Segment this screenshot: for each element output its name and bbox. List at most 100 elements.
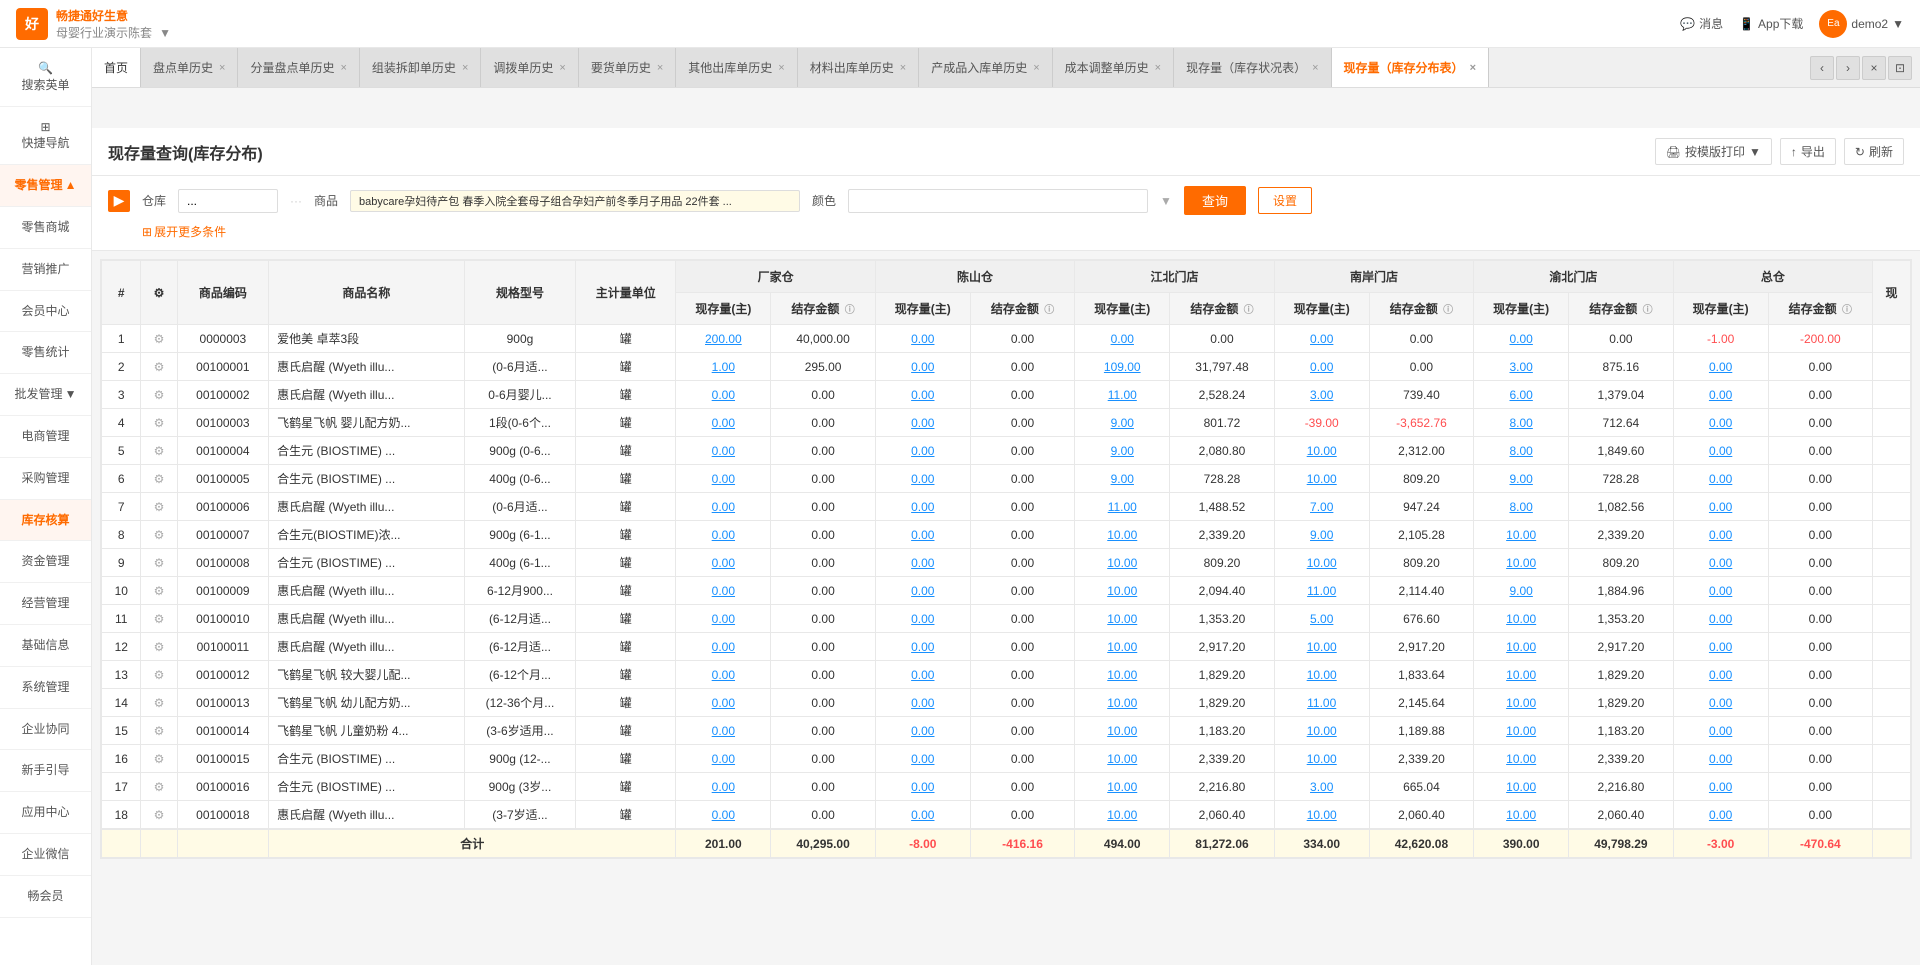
logo-icon: 好	[16, 8, 48, 40]
table-row: 18⚙00100018惠氏启醒 (Wyeth illu...(3-7岁适...罐…	[102, 801, 1911, 830]
product-code-cell: 00100010	[177, 605, 269, 633]
sidebar-item-purchase[interactable]: 采购管理	[0, 458, 91, 500]
page-actions: 🖨 按模版打印 ▼ ↑ 导出 ↻ 刷新	[1655, 138, 1904, 165]
row-gear-icon[interactable]: ⚙	[154, 388, 165, 402]
warehouse-input[interactable]	[178, 189, 278, 213]
sidebar-item-enterprise-wechat[interactable]: 企业微信	[0, 834, 91, 876]
settings-btn[interactable]: 设置	[1258, 187, 1312, 214]
app-download-btn[interactable]: 📱 App下载	[1739, 15, 1803, 32]
row-gear-icon[interactable]: ⚙	[154, 360, 165, 374]
table-row: 3⚙00100002惠氏启醒 (Wyeth illu...0-6月婴儿...罐0…	[102, 381, 1911, 409]
product-name-cell: 合生元 (BIOSTIME) ...	[269, 437, 465, 465]
col-total: 总仓	[1673, 261, 1872, 293]
sidebar-shortcut[interactable]: ⊞ 快捷导航	[0, 107, 91, 166]
product-name-cell: 飞鹤星飞帆 幼儿配方奶...	[269, 689, 465, 717]
product-name-cell: 合生元 (BIOSTIME) ...	[269, 745, 465, 773]
product-name-cell: 惠氏启醒 (Wyeth illu...	[269, 381, 465, 409]
row-gear-icon[interactable]: ⚙	[154, 724, 165, 738]
chevron-up-icon: ▲	[65, 177, 77, 194]
filter-row-main: ▶ 仓库 ··· 商品 颜色 ▼ 查询 设置	[108, 186, 1904, 215]
product-code-cell: 00100006	[177, 493, 269, 521]
row-gear-icon[interactable]: ⚙	[154, 780, 165, 794]
gear-icon[interactable]: ⚙	[154, 286, 165, 300]
sidebar-item-finance[interactable]: 资金管理	[0, 541, 91, 583]
product-input[interactable]	[350, 190, 800, 212]
sidebar-item-member[interactable]: 会员中心	[0, 291, 91, 333]
table-row: 4⚙00100003飞鹤星飞帆 婴儿配方奶...1段(0-6个...罐0.000…	[102, 409, 1911, 437]
print-icon: 🖨	[1666, 145, 1681, 159]
filter-row-expand: ⊞ 展开更多条件	[108, 223, 1904, 240]
expand-filter-btn[interactable]: ▶	[108, 190, 130, 212]
row-gear-icon[interactable]: ⚙	[154, 332, 165, 346]
color-input[interactable]	[848, 189, 1148, 213]
col-product-name: 商品名称	[269, 261, 465, 325]
expand-conditions-btn[interactable]: ⊞ 展开更多条件	[142, 223, 226, 240]
product-name-cell: 飞鹤星飞帆 婴儿配方奶...	[269, 409, 465, 437]
sidebar-item-enterprise[interactable]: 企业协同	[0, 709, 91, 751]
row-gear-icon[interactable]: ⚙	[154, 696, 165, 710]
product-name-cell: 合生元 (BIOSTIME) ...	[269, 549, 465, 577]
col-nanan-store: 南岸门店	[1274, 261, 1473, 293]
product-code-cell: 00100013	[177, 689, 269, 717]
row-gear-icon[interactable]: ⚙	[154, 472, 165, 486]
factory-balance-info[interactable]: ⓘ	[845, 305, 855, 316]
table-row: 7⚙00100006惠氏启醒 (Wyeth illu...(0-6月适...罐0…	[102, 493, 1911, 521]
logo-text: 畅捷通好生意 母婴行业演示陈套 ▼	[56, 7, 171, 41]
product-name-cell: 惠氏启醒 (Wyeth illu...	[269, 801, 465, 830]
sidebar-item-marketing[interactable]: 营销推广	[0, 249, 91, 291]
filter-bar: ▶ 仓库 ··· 商品 颜色 ▼ 查询 设置 ⊞ 展开更多条件	[92, 176, 1920, 251]
row-gear-icon[interactable]: ⚙	[154, 808, 165, 822]
product-code-cell: 00100012	[177, 661, 269, 689]
sidebar-item-guide[interactable]: 新手引导	[0, 750, 91, 792]
row-gear-icon[interactable]: ⚙	[154, 416, 165, 430]
main-content: 首页 盘点单历史 × 分量盘点单历史 × 组装拆卸单历史 × 调拨单历史 × 要…	[92, 88, 1920, 965]
row-gear-icon[interactable]: ⚙	[154, 584, 165, 598]
row-gear-icon[interactable]: ⚙	[154, 444, 165, 458]
user-area[interactable]: Ea demo2 ▼	[1819, 10, 1904, 38]
query-btn[interactable]: 查询	[1184, 186, 1246, 215]
search-icon: 🔍	[8, 60, 83, 77]
top-bar: 好 畅捷通好生意 母婴行业演示陈套 ▼ 💬 消息 📱 App下载 Ea demo…	[0, 0, 1920, 48]
chevron-down-icon: ▼	[65, 386, 77, 403]
product-code-cell: 0000003	[177, 325, 269, 353]
sidebar-item-basic[interactable]: 基础信息	[0, 625, 91, 667]
col-yubei-store: 渝北门店	[1474, 261, 1673, 293]
sidebar-item-inventory[interactable]: 库存核算	[0, 500, 91, 542]
col-index: #	[102, 261, 141, 325]
refresh-btn[interactable]: ↻ 刷新	[1844, 138, 1904, 165]
sidebar-item-system[interactable]: 系统管理	[0, 667, 91, 709]
nanan-balance-header: 结存金额 ⓘ	[1369, 293, 1474, 325]
total-balance-header: 结存金额 ⓘ	[1768, 293, 1873, 325]
product-name-cell: 合生元 (BIOSTIME) ...	[269, 465, 465, 493]
product-code-cell: 00100011	[177, 633, 269, 661]
chenshan-stock-header: 现存量(主)	[875, 293, 970, 325]
top-right: 💬 消息 📱 App下载 Ea demo2 ▼	[1680, 10, 1904, 38]
sidebar-search[interactable]: 🔍 搜索英单	[0, 48, 91, 107]
sidebar-item-app-center[interactable]: 应用中心	[0, 792, 91, 834]
row-gear-icon[interactable]: ⚙	[154, 668, 165, 682]
sidebar-item-vip[interactable]: 畅会员	[0, 876, 91, 918]
sidebar-item-wholesale[interactable]: 批发管理▼	[0, 374, 91, 416]
message-btn[interactable]: 💬 消息	[1680, 15, 1723, 32]
row-gear-icon[interactable]: ⚙	[154, 500, 165, 514]
sidebar-item-retail[interactable]: 零售管理▲	[0, 165, 91, 207]
col-gear: ⚙	[141, 261, 177, 325]
table-row: 10⚙00100009惠氏启醒 (Wyeth illu...6-12月900..…	[102, 577, 1911, 605]
table-row: 5⚙00100004合生元 (BIOSTIME) ...900g (0-6...…	[102, 437, 1911, 465]
row-gear-icon[interactable]: ⚙	[154, 752, 165, 766]
sidebar-item-retail-stats[interactable]: 零售统计	[0, 332, 91, 374]
export-btn[interactable]: ↑ 导出	[1780, 138, 1836, 165]
row-gear-icon[interactable]: ⚙	[154, 528, 165, 542]
row-gear-icon[interactable]: ⚙	[154, 612, 165, 626]
sidebar-item-operation[interactable]: 经营管理	[0, 583, 91, 625]
product-name-cell: 惠氏启醒 (Wyeth illu...	[269, 493, 465, 521]
sidebar-item-retail-shop[interactable]: 零售商城	[0, 207, 91, 249]
row-gear-icon[interactable]: ⚙	[154, 556, 165, 570]
col-spec: 规格型号	[464, 261, 575, 325]
sidebar-item-ecommerce[interactable]: 电商管理	[0, 416, 91, 458]
chevron-down-icon: ▼	[1892, 17, 1904, 31]
row-gear-icon[interactable]: ⚙	[154, 640, 165, 654]
print-btn[interactable]: 🖨 按模版打印 ▼	[1655, 138, 1772, 165]
message-icon: 💬	[1680, 17, 1695, 31]
avatar: Ea	[1819, 10, 1847, 38]
